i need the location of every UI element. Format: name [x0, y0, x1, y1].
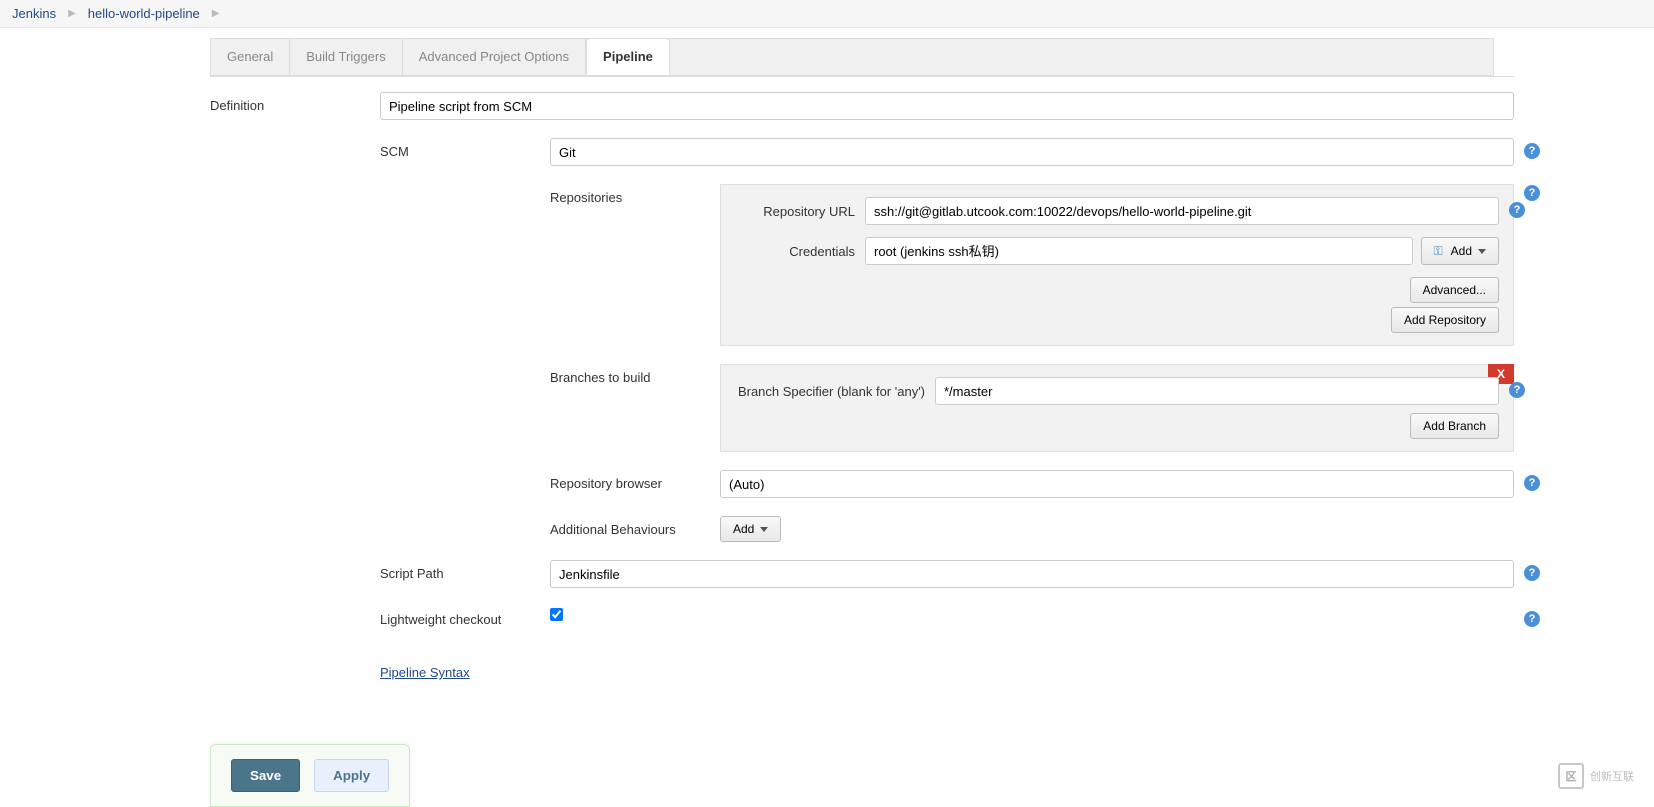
chevron-right-icon: ▶	[212, 8, 220, 19]
config-tabs: General Build Triggers Advanced Project …	[210, 38, 1494, 76]
pipeline-config-form: Definition Pipeline script from SCM SCM …	[210, 77, 1654, 720]
logo-icon: 区	[1558, 763, 1584, 789]
branch-specifier-label: Branch Specifier (blank for 'any')	[735, 384, 925, 399]
watermark: 区 创新互联	[1558, 763, 1634, 789]
branch-specifier-input[interactable]	[935, 377, 1499, 405]
tab-advanced-project-options[interactable]: Advanced Project Options	[403, 39, 586, 75]
bottom-action-bar: Save Apply	[210, 744, 410, 807]
scm-select[interactable]: Git	[550, 138, 1514, 166]
breadcrumb-root[interactable]: Jenkins	[12, 6, 56, 21]
additional-behaviours-label: Additional Behaviours	[550, 516, 720, 537]
breadcrumb: Jenkins ▶ hello-world-pipeline ▶	[0, 0, 1654, 28]
help-icon[interactable]: ?	[1524, 143, 1540, 159]
chevron-right-icon: ▶	[68, 8, 76, 19]
key-icon	[1434, 244, 1445, 259]
repo-browser-label: Repository browser	[550, 470, 720, 491]
repo-url-label: Repository URL	[735, 204, 855, 219]
repositories-panel: Repository URL ? Credentials root (jenki…	[720, 184, 1514, 346]
help-icon[interactable]: ?	[1524, 475, 1540, 491]
tab-build-triggers[interactable]: Build Triggers	[290, 39, 402, 75]
add-behaviour-button[interactable]: Add	[720, 516, 781, 542]
repo-browser-select[interactable]: (Auto)	[720, 470, 1514, 498]
save-button[interactable]: Save	[231, 759, 300, 792]
pipeline-syntax-link[interactable]: Pipeline Syntax	[380, 665, 470, 680]
definition-label: Definition	[210, 92, 380, 113]
add-branch-button[interactable]: Add Branch	[1410, 413, 1499, 439]
tab-pipeline[interactable]: Pipeline	[586, 38, 670, 75]
lightweight-checkout-label: Lightweight checkout	[380, 606, 550, 627]
help-icon[interactable]: ?	[1524, 185, 1540, 201]
scm-label: SCM	[380, 138, 550, 159]
repositories-label: Repositories	[550, 184, 720, 205]
repo-url-input[interactable]	[865, 197, 1499, 225]
tab-general[interactable]: General	[211, 39, 290, 75]
breadcrumb-job[interactable]: hello-world-pipeline	[88, 6, 200, 21]
help-icon[interactable]: ?	[1509, 382, 1525, 398]
advanced-button[interactable]: Advanced...	[1410, 277, 1499, 303]
lightweight-checkout-checkbox[interactable]	[550, 608, 563, 621]
definition-select[interactable]: Pipeline script from SCM	[380, 92, 1514, 120]
script-path-label: Script Path	[380, 560, 550, 581]
branches-panel: X Branch Specifier (blank for 'any') ? A…	[720, 364, 1514, 452]
caret-down-icon	[760, 527, 768, 532]
branches-label: Branches to build	[550, 364, 720, 385]
help-icon[interactable]: ?	[1524, 565, 1540, 581]
credentials-select[interactable]: root (jenkins ssh私钥)	[865, 237, 1413, 265]
script-path-input[interactable]	[550, 560, 1514, 588]
help-icon[interactable]: ?	[1524, 611, 1540, 627]
help-icon[interactable]: ?	[1509, 202, 1525, 218]
credentials-label: Credentials	[735, 244, 855, 259]
add-repository-button[interactable]: Add Repository	[1391, 307, 1499, 333]
apply-button[interactable]: Apply	[314, 759, 389, 792]
caret-down-icon	[1478, 249, 1486, 254]
add-credentials-button[interactable]: Add	[1421, 237, 1500, 265]
